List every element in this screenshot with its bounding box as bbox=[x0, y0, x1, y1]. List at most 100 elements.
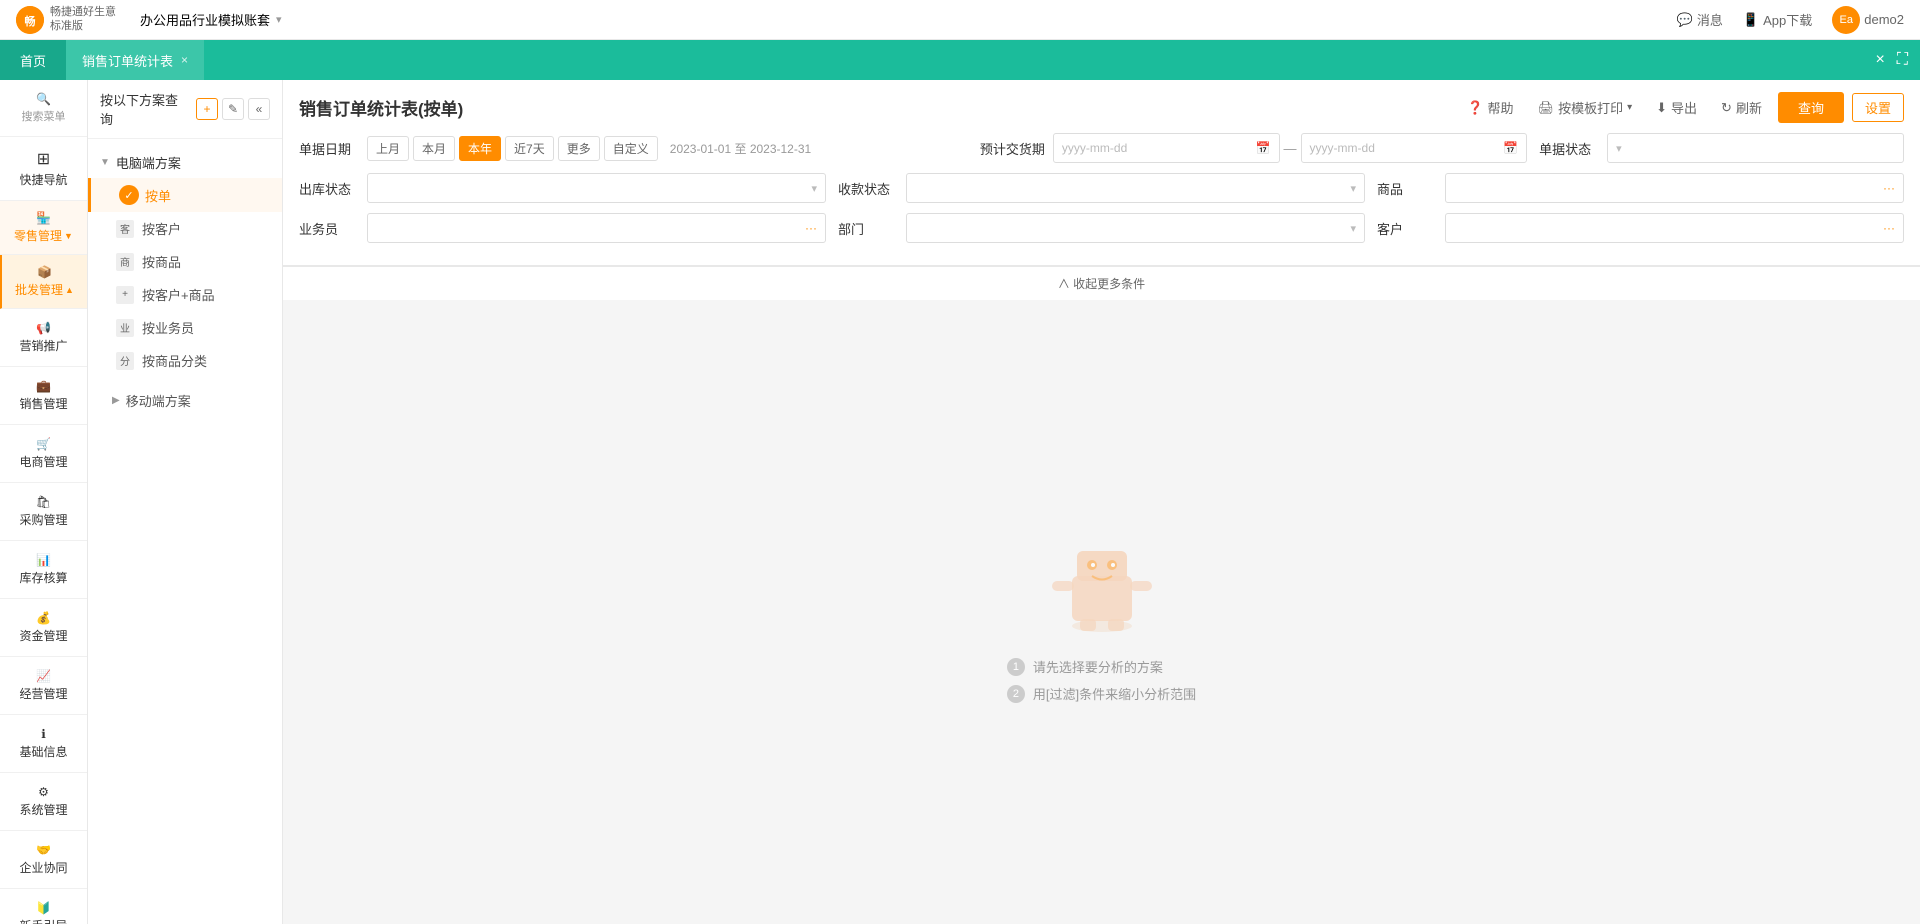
sidebar-item-wholesale[interactable]: 📦 批发管理 ▲ bbox=[0, 255, 87, 309]
sidebar-item-basic[interactable]: ℹ 基础信息 bbox=[0, 715, 87, 773]
sidebar-item-sales[interactable]: 💼 销售管理 bbox=[0, 367, 87, 425]
category-scheme-icon: 分 bbox=[116, 352, 134, 370]
app-download-button[interactable]: 📱 App下载 bbox=[1743, 10, 1812, 29]
tab-sales-order[interactable]: 销售订单统计表 × bbox=[66, 40, 204, 80]
order-status-label: 单据状态 bbox=[1539, 139, 1599, 158]
sidebar-item-ecommerce[interactable]: 🛒 电商管理 bbox=[0, 425, 87, 483]
sidebar-item-management[interactable]: 📈 经营管理 bbox=[0, 657, 87, 715]
left-panel-header: 按以下方案查询 + ✎ « bbox=[88, 80, 282, 139]
status-dropdown-icon: ▾ bbox=[1616, 142, 1622, 155]
sidebar: 🔍 搜索菜单 ⊞ 快捷导航 🏪 零售管理 ▼ 📦 批发管理 ▲ 📢 营销推广 bbox=[0, 80, 88, 924]
refresh-icon: ↻ bbox=[1721, 100, 1732, 116]
right-panel: 销售订单统计表(按单) ❓ 帮助 🖨 按模板打印 ▾ ⬇ bbox=[283, 80, 1920, 924]
sidebar-item-system[interactable]: ⚙ 系统管理 bbox=[0, 773, 87, 831]
filter-actions: ❓ 帮助 🖨 按模板打印 ▾ ⬇ 导出 ↻ bbox=[1459, 92, 1904, 123]
window-close-button[interactable]: × bbox=[1871, 47, 1888, 73]
enterprise-icon: 🤝 bbox=[36, 843, 51, 857]
window-expand-button[interactable]: ⛶ bbox=[1893, 47, 1912, 73]
sidebar-item-retail[interactable]: 🏪 零售管理 ▼ bbox=[0, 201, 87, 255]
delivery-date-to[interactable]: yyyy-mm-dd 📅 bbox=[1301, 133, 1528, 163]
salesperson-input[interactable]: ··· bbox=[367, 213, 826, 243]
more-date-button[interactable]: 更多 bbox=[558, 136, 600, 161]
customer-scheme-icon: 客 bbox=[116, 220, 134, 238]
print-arrow-icon: ▾ bbox=[1627, 102, 1632, 113]
add-scheme-button[interactable]: + bbox=[196, 98, 218, 120]
scheme-item-by-category[interactable]: 分 按商品分类 bbox=[88, 344, 282, 377]
last7days-button[interactable]: 近7天 bbox=[505, 136, 554, 161]
scheme-item-by-customer-goods[interactable]: + 按客户+商品 bbox=[88, 278, 282, 311]
purchase-icon: 🛍 bbox=[36, 495, 51, 509]
message-button[interactable]: 💬 消息 bbox=[1677, 10, 1723, 29]
tab-close-icon[interactable]: × bbox=[181, 53, 188, 67]
sidebar-item-inventory[interactable]: 📊 库存核算 bbox=[0, 541, 87, 599]
this-month-button[interactable]: 本月 bbox=[413, 136, 455, 161]
user-avatar: Ea bbox=[1832, 6, 1860, 34]
scheme-group-mobile[interactable]: ▶ 移动端方案 bbox=[88, 385, 282, 416]
help-icon: ❓ bbox=[1467, 100, 1483, 116]
dept-select[interactable]: ▾ bbox=[906, 213, 1365, 243]
finance-icon: 💰 bbox=[36, 611, 51, 625]
out-status-arrow-icon: ▾ bbox=[811, 182, 817, 195]
out-status-select[interactable]: ▾ bbox=[367, 173, 826, 203]
last-month-button[interactable]: 上月 bbox=[367, 136, 409, 161]
scheme-label-category: 按商品分类 bbox=[142, 351, 207, 370]
help-button[interactable]: ❓ 帮助 bbox=[1459, 94, 1521, 121]
inventory-icon: 📊 bbox=[36, 553, 51, 567]
breadcrumb[interactable]: 办公用品行业模拟账套 ▾ bbox=[140, 10, 282, 29]
content-area: 按以下方案查询 + ✎ « ▼ 电脑端方案 ✓ 按单 bbox=[88, 80, 1920, 924]
sidebar-quick-nav[interactable]: ⊞ 快捷导航 bbox=[0, 137, 87, 201]
receipt-status-label: 收款状态 bbox=[838, 179, 898, 198]
this-year-button[interactable]: 本年 bbox=[459, 136, 501, 161]
customer-input[interactable]: ··· bbox=[1445, 213, 1904, 243]
sidebar-item-purchase[interactable]: 🛍 采购管理 bbox=[0, 483, 87, 541]
customer-label: 客户 bbox=[1377, 219, 1437, 238]
print-icon: 🖨 bbox=[1538, 100, 1555, 116]
refresh-button[interactable]: ↻ 刷新 bbox=[1713, 94, 1770, 121]
scheme-group-pc-header[interactable]: ▼ 电脑端方案 bbox=[88, 147, 282, 178]
goods-select[interactable]: ··· bbox=[1445, 173, 1904, 203]
print-button[interactable]: 🖨 按模板打印 ▾ bbox=[1530, 94, 1641, 121]
filter-dept: 部门 ▾ bbox=[838, 213, 1365, 243]
scheme-item-by-order[interactable]: ✓ 按单 bbox=[88, 178, 282, 212]
sidebar-item-marketing[interactable]: 📢 营销推广 bbox=[0, 309, 87, 367]
scheme-item-by-salesperson[interactable]: 业 按业务员 bbox=[88, 311, 282, 344]
search-icon: 🔍 bbox=[36, 92, 51, 106]
out-status-label: 出库状态 bbox=[299, 179, 359, 198]
empty-tip-2: 2 用[过滤]条件来缩小分析范围 bbox=[1007, 684, 1196, 703]
breadcrumb-arrow-icon: ▾ bbox=[276, 13, 282, 26]
dept-arrow-icon: ▾ bbox=[1350, 222, 1356, 235]
sidebar-item-finance[interactable]: 💰 资金管理 bbox=[0, 599, 87, 657]
marketing-icon: 📢 bbox=[36, 321, 51, 335]
logo-area: 畅 畅捷通好生意 标准版 bbox=[16, 6, 116, 34]
date-range-delivery: yyyy-mm-dd 📅 — yyyy-mm-dd 📅 bbox=[1053, 133, 1527, 163]
delivery-date-from[interactable]: yyyy-mm-dd 📅 bbox=[1053, 133, 1280, 163]
filter-receipt-status: 收款状态 ▾ bbox=[838, 173, 1365, 203]
query-button[interactable]: 查询 bbox=[1778, 92, 1844, 123]
system-icon: ⚙ bbox=[38, 785, 49, 799]
breadcrumb-text: 办公用品行业模拟账套 bbox=[140, 10, 270, 29]
customer-more-icon: ··· bbox=[1883, 221, 1895, 235]
sidebar-search[interactable]: 🔍 搜索菜单 bbox=[0, 80, 87, 137]
user-menu[interactable]: Ea demo2 bbox=[1832, 6, 1904, 34]
tab-home[interactable]: 首页 bbox=[0, 40, 66, 80]
collapse-bar[interactable]: ∧ 收起更多条件 bbox=[283, 266, 1920, 300]
custom-date-button[interactable]: 自定义 bbox=[604, 136, 658, 161]
tip-number-2: 2 bbox=[1007, 685, 1025, 703]
page-title-area: 销售订单统计表(按单) bbox=[299, 95, 463, 120]
collapse-panel-button[interactable]: « bbox=[248, 98, 270, 120]
settings-button[interactable]: 设置 bbox=[1852, 93, 1904, 122]
export-icon: ⬇ bbox=[1656, 100, 1667, 116]
sidebar-item-guide[interactable]: 🔰 新手引导 bbox=[0, 889, 87, 924]
guide-icon: 🔰 bbox=[36, 901, 51, 915]
basic-icon: ℹ bbox=[41, 727, 46, 741]
scheme-item-by-customer[interactable]: 客 按客户 bbox=[88, 212, 282, 245]
export-button[interactable]: ⬇ 导出 bbox=[1648, 94, 1705, 121]
edit-scheme-button[interactable]: ✎ bbox=[222, 98, 244, 120]
sidebar-item-enterprise[interactable]: 🤝 企业协同 bbox=[0, 831, 87, 889]
quick-nav-icon: ⊞ bbox=[37, 149, 50, 169]
receipt-status-select[interactable]: ▾ bbox=[906, 173, 1365, 203]
top-header: 畅 畅捷通好生意 标准版 办公用品行业模拟账套 ▾ 💬 消息 📱 App下载 E… bbox=[0, 0, 1920, 40]
order-status-select[interactable]: ▾ bbox=[1607, 133, 1904, 163]
mobile-scheme-label: 移动端方案 bbox=[126, 391, 191, 410]
scheme-item-by-goods[interactable]: 商 按商品 bbox=[88, 245, 282, 278]
